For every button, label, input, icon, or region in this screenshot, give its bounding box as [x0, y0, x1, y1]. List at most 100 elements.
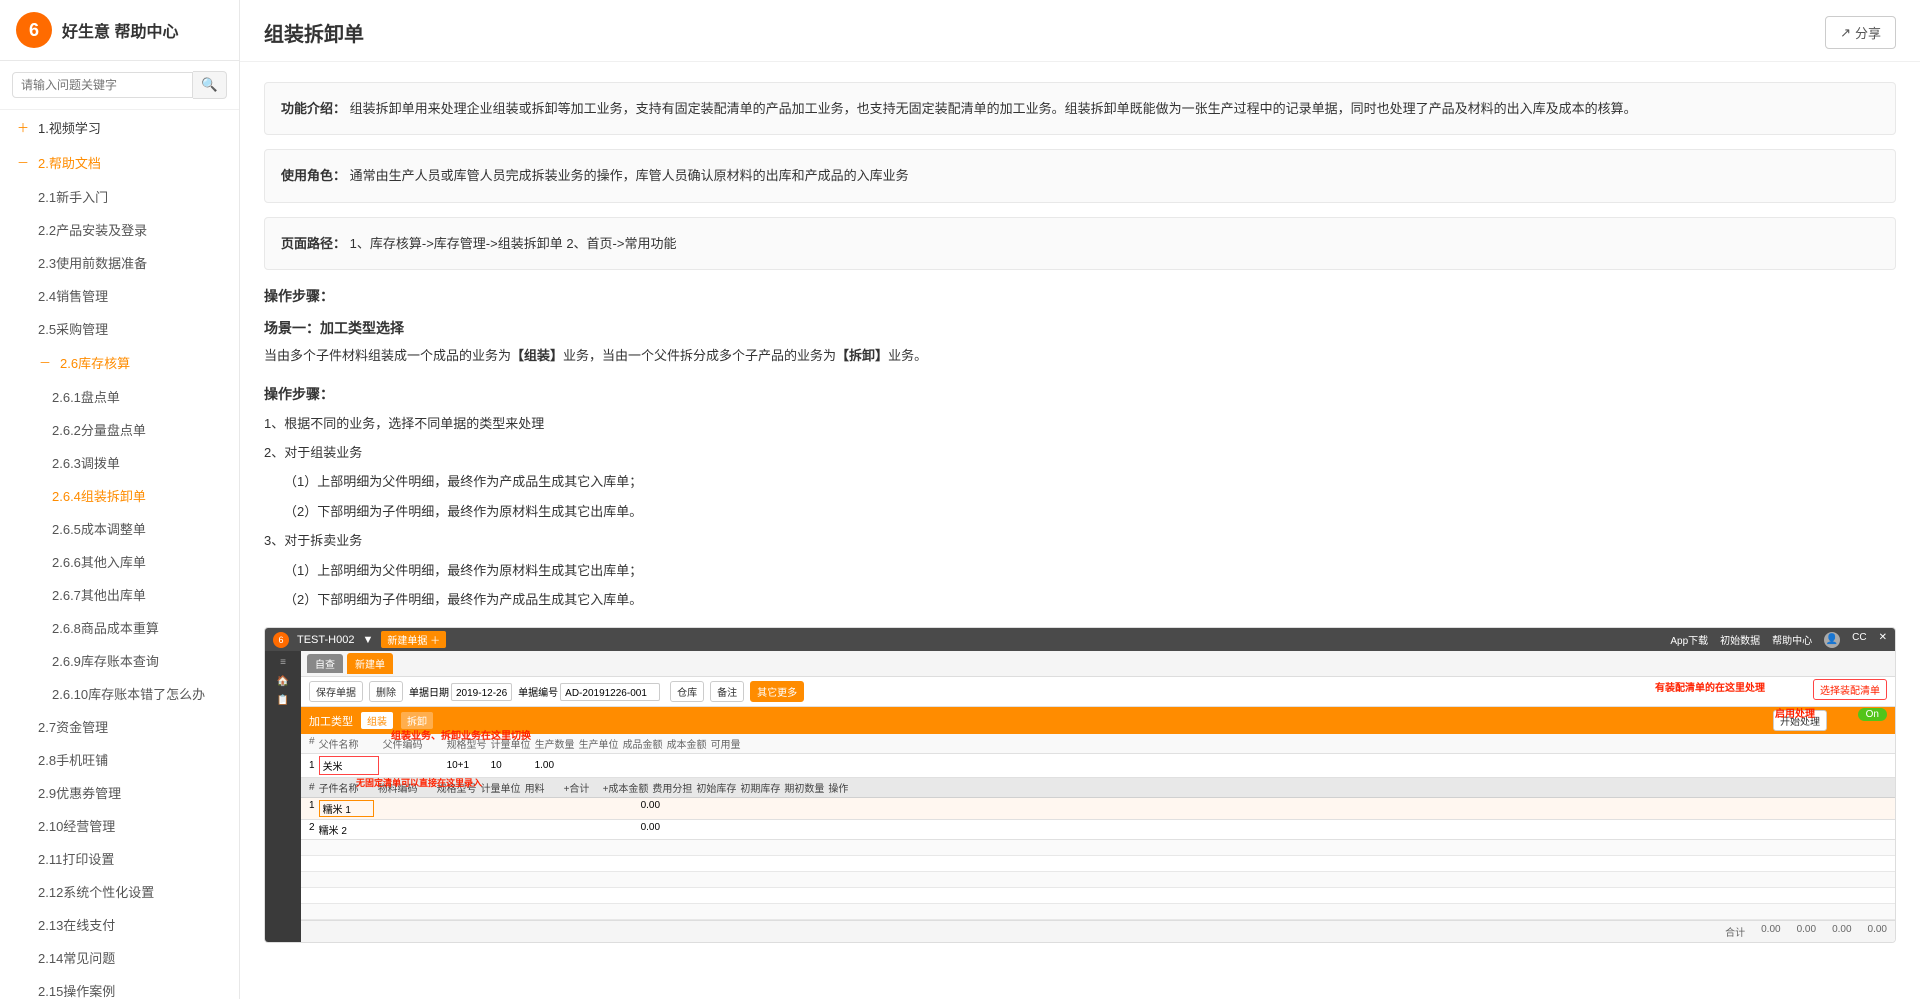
sidebar-item-faq[interactable]: 2.14常见问题 — [0, 941, 239, 974]
sidebar-item-transfer[interactable]: 2.6.3调拨单 — [0, 446, 239, 479]
step3-sub2: （2）下部明细为子件明细，最终作为产成品生成其它入库单。 — [264, 588, 1896, 611]
mock-btn-extra2[interactable]: 备注 — [710, 681, 744, 702]
function-intro-label: 功能介绍： — [281, 101, 346, 116]
sidebar-item-assembly[interactable]: 2.6.4组装拆卸单 — [0, 479, 239, 512]
sidebar-item-video-learning[interactable]: ＋ 1.视频学习 — [0, 110, 239, 145]
mock-child-row2-num: 2 — [309, 822, 315, 837]
mock-tab-new[interactable]: 新建单 — [347, 653, 393, 674]
mock-child-header-label: # — [309, 782, 315, 793]
mock-nav-tabs: 自查 新建单 — [301, 651, 1895, 677]
role-text: 通常由生产人员或库管人员完成拆装业务的操作，库管人员确认原材料的出库和产成品的入… — [350, 168, 909, 183]
sidebar-item-online-pay[interactable]: 2.13在线支付 — [0, 908, 239, 941]
mock-total-val3: 0.00 — [1832, 924, 1851, 939]
mock-title-id: TEST-H002 — [297, 634, 354, 646]
mock-type-label: 加工类型 — [309, 713, 353, 729]
role-block: 使用角色： 通常由生产人员或库管人员完成拆装业务的操作，库管人员确认原材料的出库… — [264, 149, 1896, 202]
mock-btn-cancel[interactable]: 删除 — [369, 681, 403, 702]
mock-child-row1-name[interactable]: 糯米 1 — [319, 800, 374, 817]
mock-qty-col: 生产数量 — [535, 736, 575, 751]
main-panel: 组装拆卸单 ↗ 分享 功能介绍： 组装拆卸单用来处理企业组装或拆卸等加工业务，支… — [240, 0, 1920, 999]
mock-date-label: 单据日期 — [409, 684, 449, 699]
sidebar-item-inventory-check[interactable]: 2.6.1盘点单 — [0, 380, 239, 413]
annotation-enable: 启用处理 — [1775, 705, 1815, 720]
mock-btn-save[interactable]: 保存单据 — [309, 681, 363, 702]
mock-init-stock2-header: 初期库存 — [740, 780, 780, 795]
mock-prod-amt-col: 成品金额 — [623, 736, 663, 751]
sidebar-item-other-out[interactable]: 2.6.7其他出库单 — [0, 578, 239, 611]
sidebar-item-partial-check[interactable]: 2.6.2分量盘点单 — [0, 413, 239, 446]
sidebar-item-coupon[interactable]: 2.9优惠券管理 — [0, 776, 239, 809]
mock-empty-row-3 — [301, 840, 1895, 856]
mock-child-row-1: 1 糯米 1 0.00 — [301, 798, 1895, 820]
mock-type-assembly[interactable]: 组装 — [361, 712, 393, 729]
sidebar-item-help-docs[interactable]: － 2.帮助文档 — [0, 145, 239, 180]
function-intro-block: 功能介绍： 组装拆卸单用来处理企业组装或拆卸等加工业务，支持有固定装配清单的产品… — [264, 82, 1896, 135]
sidebar-item-mobile[interactable]: 2.8手机旺铺 — [0, 743, 239, 776]
mock-user-avatar: 👤 — [1824, 632, 1840, 648]
mock-empty-row-7 — [301, 904, 1895, 920]
mock-child-row2-code — [378, 822, 433, 837]
sidebar-item-data-prep[interactable]: 2.3使用前数据准备 — [0, 246, 239, 279]
sidebar-item-personalize[interactable]: 2.12系统个性化设置 — [0, 875, 239, 908]
search-button[interactable]: 🔍 — [193, 71, 227, 99]
steps-title: 操作步骤： — [264, 286, 1896, 306]
mock-nav-icon1: ≡ — [278, 655, 288, 670]
mock-child-row1-num: 1 — [309, 800, 315, 817]
mock-btn-extra3[interactable]: 其它更多 — [750, 681, 804, 702]
mock-parent-row: 1 关米 10+1 10 1.00 无固定清单可以直接在这里录入 — [301, 754, 1895, 778]
sidebar-item-label: 1.视频学习 — [38, 118, 101, 137]
logo-icon: 6 — [16, 12, 52, 48]
mock-user-name: CC — [1852, 632, 1866, 648]
sidebar-item-other-in[interactable]: 2.6.6其他入库单 — [0, 545, 239, 578]
sidebar-item-purchase[interactable]: 2.5采购管理 — [0, 312, 239, 345]
mock-field-order: 单据编号 AD-20191226-001 — [518, 683, 660, 701]
mock-btn-select-bom[interactable]: 选择装配清单 — [1813, 679, 1887, 700]
mock-subtotal-header: +合计 — [564, 780, 599, 795]
sidebar-item-label: 2.6库存核算 — [60, 353, 130, 372]
share-icon: ↗ — [1840, 25, 1851, 41]
mock-close-btn[interactable]: ✕ — [1879, 632, 1887, 648]
mock-child-cost-header: +成本金额 — [603, 780, 649, 795]
mock-child-row2-name: 糯米 2 — [319, 822, 374, 837]
main-content: 功能介绍： 组装拆卸单用来处理企业组装或拆卸等加工业务，支持有固定装配清单的产品… — [240, 62, 1920, 999]
mock-titlebar-right: App下载 初始数据 帮助中心 👤 CC ✕ — [1670, 632, 1887, 648]
mock-toolbar: 保存单据 删除 单据日期 2019-12-26 单据编号 AD-20191226… — [301, 677, 1895, 707]
nav-section: ＋ 1.视频学习 － 2.帮助文档 2.1新手入门 2.2产品安装及登录 2.3… — [0, 110, 239, 999]
screenshot-container: 6 TEST-H002 ▼ 新建单据 ＋ App下载 初始数据 帮助中心 👤 C… — [264, 627, 1896, 943]
sidebar-item-cost-adjust[interactable]: 2.6.5成本调整单 — [0, 512, 239, 545]
path-block: 页面路径： 1、库存核算->库存管理->组装拆卸单 2、首页->常用功能 — [264, 217, 1896, 270]
sidebar-item-ledger-query[interactable]: 2.6.9库存账本查询 — [0, 644, 239, 677]
mock-left-nav: ≡ 🏠 📋 — [265, 651, 301, 942]
path-text: 1、库存核算->库存管理->组装拆卸单 2、首页->常用功能 — [350, 236, 677, 251]
sidebar-item-ledger-error[interactable]: 2.6.10库存账本错了怎么办 — [0, 677, 239, 710]
mock-sub-toolbar: 加工类型 组装 拆卸 组装业务、拆卸业务在这里切换 启用处理 On 开始处理 — [301, 707, 1895, 734]
step3-sub1: （1）上部明细为父件明细，最终作为原材料生成其它出库单； — [264, 559, 1896, 582]
share-button[interactable]: ↗ 分享 — [1825, 16, 1896, 49]
mock-enable-toggle[interactable]: On — [1858, 708, 1887, 720]
search-input[interactable] — [12, 72, 193, 98]
mock-add-btn[interactable]: 新建单据 ＋ — [381, 631, 446, 648]
sidebar-item-case[interactable]: 2.15操作案例 — [0, 974, 239, 999]
mock-date-val[interactable]: 2019-12-26 — [451, 683, 512, 701]
step2-sub1: （1）上部明细为父件明细，最终作为产成品生成其它入库单； — [264, 470, 1896, 493]
sidebar-item-install[interactable]: 2.2产品安装及登录 — [0, 213, 239, 246]
mock-total-val2: 0.00 — [1797, 924, 1816, 939]
sidebar-item-cost-recalc[interactable]: 2.6.8商品成本重算 — [0, 611, 239, 644]
mock-child-row1-code — [378, 800, 433, 817]
mock-parent-name-cell[interactable]: 关米 — [319, 756, 379, 775]
sidebar-item-newbie[interactable]: 2.1新手入门 — [0, 180, 239, 213]
mock-btn-extra1[interactable]: 仓库 — [670, 681, 704, 702]
mock-num-label: # — [309, 736, 315, 751]
mock-child-unit-header: 计量单位 — [481, 780, 521, 795]
mock-ops-header: 操作 — [828, 780, 858, 795]
mock-parent-section-label: # 父件名称 父件编码 规格型号 计量单位 生产数量 生产单位 成品金额 成本金… — [301, 734, 1895, 754]
sidebar-item-finance[interactable]: 2.7资金管理 — [0, 710, 239, 743]
mock-tab-list[interactable]: 自查 — [307, 654, 343, 673]
sidebar-item-sales[interactable]: 2.4销售管理 — [0, 279, 239, 312]
sidebar-item-inventory[interactable]: － 2.6库存核算 — [0, 345, 239, 380]
mock-initial-data: 初始数据 — [1720, 632, 1760, 648]
mock-child-row-2: 2 糯米 2 0.00 — [301, 820, 1895, 840]
sidebar-item-operation[interactable]: 2.10经营管理 — [0, 809, 239, 842]
sidebar-item-print[interactable]: 2.11打印设置 — [0, 842, 239, 875]
plus-icon: ＋ — [16, 121, 30, 135]
